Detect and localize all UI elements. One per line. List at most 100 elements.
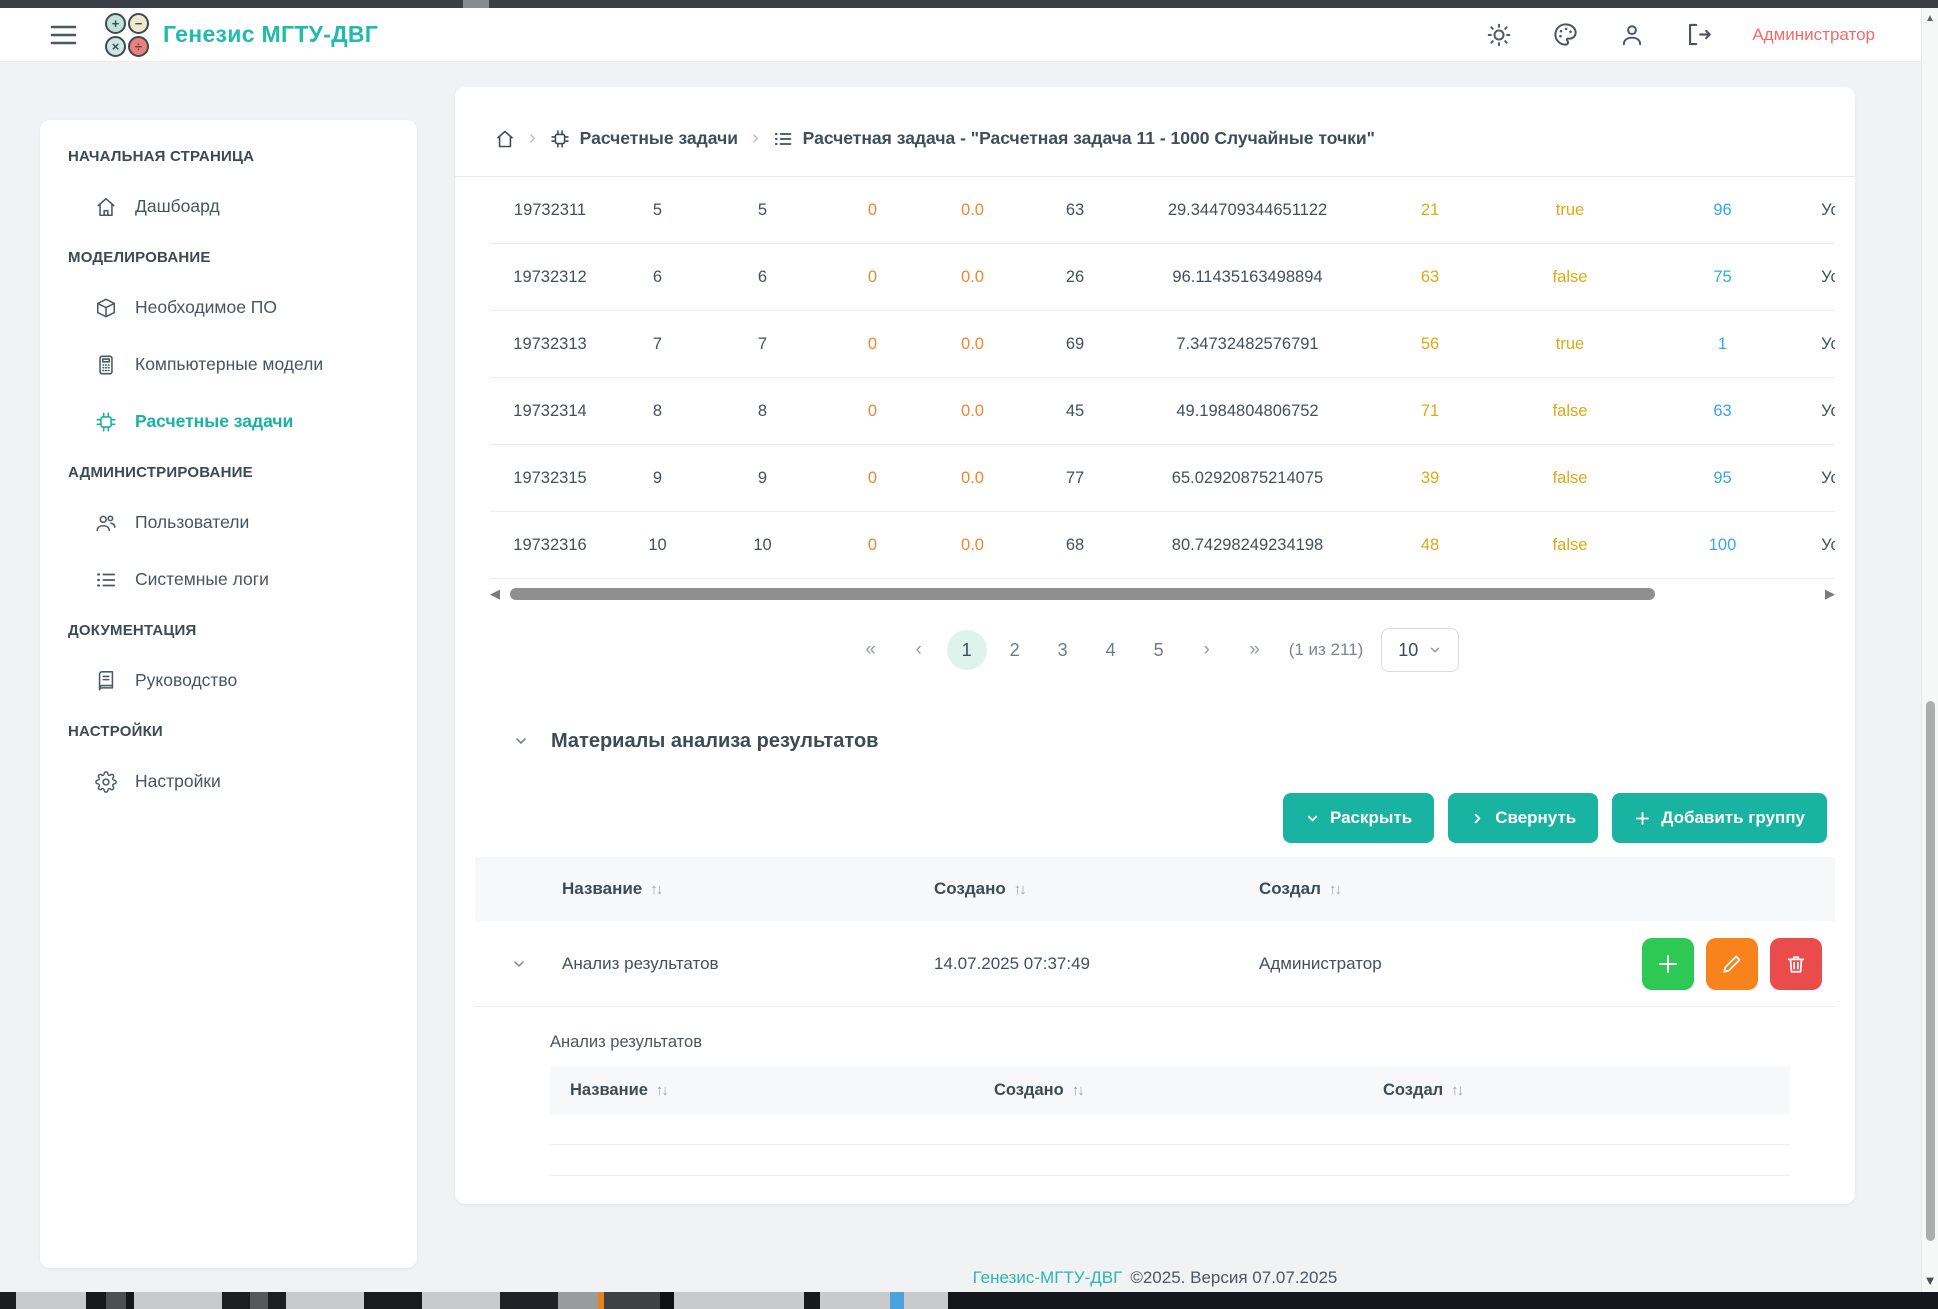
column-header-name[interactable]: Название — [570, 1081, 994, 1100]
sort-icon[interactable] — [656, 1082, 667, 1099]
sidebar-item-label: Необходимое ПО — [135, 297, 277, 317]
vertical-scrollbar: ▲ ▼ — [1921, 8, 1938, 1292]
pagination-next-button[interactable]: › — [1187, 630, 1227, 670]
add-group-button[interactable]: Добавить группу — [1612, 793, 1827, 843]
table-cell: false — [1552, 267, 1588, 286]
user-icon[interactable] — [1619, 22, 1645, 48]
pagination-first-button[interactable]: « — [851, 630, 891, 670]
breadcrumb: › Расчетные задачи › Расчетная задача - … — [455, 87, 1855, 177]
table-cell[interactable]: 96 — [1645, 201, 1800, 220]
theme-sun-icon[interactable] — [1486, 22, 1512, 48]
sidebar-section-modeling: МОДЕЛИРОВАНИЕ — [68, 248, 211, 266]
breadcrumb-home[interactable] — [495, 129, 515, 149]
palette-icon[interactable] — [1552, 21, 1579, 48]
sort-icon[interactable] — [1072, 1082, 1083, 1099]
home-icon — [495, 129, 515, 149]
sidebar-item-computer-models[interactable]: Компьютерные модели — [40, 336, 417, 393]
sidebar-section-home: НАЧАЛЬНАЯ СТРАНИЦА — [68, 147, 255, 165]
table-cell: 7 — [652, 334, 663, 353]
pagination-page[interactable]: 2 — [995, 630, 1035, 670]
table-cell[interactable]: 100 — [1645, 536, 1800, 555]
column-header-creator[interactable]: Создал — [1259, 879, 1835, 899]
delete-button[interactable] — [1770, 937, 1822, 990]
table-cell: true — [1555, 200, 1585, 219]
table-cell: Ус — [1821, 200, 1835, 219]
materials-table-header: Название Создано Создал — [475, 857, 1835, 921]
table-row: 19732316 10 10 0 0.0 68 80.74298249234198 48 fal… — [490, 512, 1835, 579]
collapse-section-chevron-icon[interactable] — [513, 733, 529, 749]
expand-all-button[interactable]: Раскрыть — [1282, 793, 1435, 843]
table-cell: false — [1552, 401, 1588, 420]
column-header-name[interactable]: Название — [562, 879, 934, 899]
sidebar-item-calculation-tasks[interactable]: Расчетные задачи — [40, 393, 417, 450]
table-cell: 0 — [867, 267, 878, 286]
table-cell: 26 — [1065, 267, 1085, 286]
page-size-select[interactable]: 10 — [1381, 628, 1460, 672]
nested-group-label: Анализ результатов — [550, 1033, 702, 1051]
pagination-prev-button[interactable]: ‹ — [899, 630, 939, 670]
add-item-button[interactable] — [1642, 937, 1694, 990]
logout-icon[interactable] — [1685, 21, 1712, 48]
collapse-all-button[interactable]: Свернуть — [1448, 793, 1599, 843]
table-cell[interactable]: 75 — [1645, 268, 1800, 287]
table-cell: 45 — [1065, 401, 1085, 420]
row-expand-chevron-icon[interactable] — [475, 956, 562, 972]
table-cell: 8 — [652, 401, 663, 420]
app-header: Генезис МГТУ-ДВГ Администратор — [0, 8, 1921, 62]
table-cell: 19732315 — [513, 468, 587, 487]
pagination-page[interactable]: 1 — [946, 630, 987, 670]
sidebar-item-dashboard[interactable]: Дашбоард — [40, 178, 417, 235]
table-cell: false — [1552, 535, 1588, 554]
scroll-left-arrow-icon[interactable]: ◀ — [490, 586, 500, 602]
column-header-creator[interactable]: Создал — [1383, 1081, 1790, 1100]
sort-icon[interactable] — [650, 881, 661, 898]
pagination-page[interactable]: 3 — [1043, 630, 1083, 670]
pagination-pages: 12345 — [946, 630, 1179, 670]
sidebar-item-settings[interactable]: Настройки — [40, 753, 417, 810]
table-cell[interactable]: 1 — [1645, 335, 1800, 354]
menu-icon[interactable] — [50, 24, 77, 46]
sort-icon[interactable] — [1329, 881, 1340, 898]
table-cell: 10 — [753, 535, 772, 554]
table-cell: 0 — [867, 334, 878, 353]
table-cell: 29.344709344651122 — [1167, 200, 1328, 219]
table-cell: false — [1552, 468, 1588, 487]
vertical-scrollbar-thumb[interactable] — [1926, 701, 1935, 1241]
sidebar-item-users[interactable]: Пользователи — [40, 494, 417, 551]
list-icon — [773, 129, 793, 149]
scroll-up-arrow-icon[interactable]: ▲ — [1922, 13, 1938, 24]
sidebar-item-system-logs[interactable]: Системные логи — [40, 551, 417, 608]
logo-minus-icon — [128, 12, 149, 34]
pagination-last-button[interactable]: » — [1235, 630, 1275, 670]
book-icon — [95, 670, 117, 692]
horizontal-scrollbar-thumb[interactable] — [510, 588, 1655, 600]
table-cell: 0.0 — [961, 401, 984, 420]
sort-icon[interactable] — [1014, 881, 1025, 898]
scroll-down-arrow-icon[interactable]: ▼ — [1922, 1273, 1938, 1288]
table-cell[interactable]: 95 — [1645, 469, 1800, 488]
breadcrumb-calc-tasks[interactable]: Расчетные задачи — [550, 128, 738, 149]
pagination-page[interactable]: 5 — [1139, 630, 1179, 670]
sidebar-item-manual[interactable]: Руководство — [40, 652, 417, 709]
sidebar-item-label: Компьютерные модели — [135, 354, 324, 374]
table-cell: 10 — [648, 535, 667, 554]
table-cell: 0 — [867, 401, 878, 420]
admin-role-label[interactable]: Администратор — [1752, 25, 1875, 45]
table-cell: 63 — [1420, 267, 1440, 286]
scroll-right-arrow-icon[interactable]: ▶ — [1825, 586, 1835, 602]
collapse-all-label: Свернуть — [1495, 808, 1577, 827]
table-cell: 49.1984804806752 — [1176, 401, 1319, 420]
sort-icon[interactable] — [1451, 1082, 1462, 1099]
browser-chrome-strip — [0, 0, 1938, 8]
footer-brand-link[interactable]: Генезис-МГТУ-ДВГ — [973, 1268, 1123, 1288]
column-header-created[interactable]: Создано — [994, 1081, 1383, 1100]
table-cell[interactable]: 63 — [1645, 402, 1800, 421]
table-cell: 56 — [1420, 334, 1440, 353]
column-header-created[interactable]: Создано — [934, 879, 1259, 899]
logo-divide-icon — [128, 35, 149, 57]
chevron-right-icon: › — [752, 127, 759, 149]
edit-button[interactable] — [1706, 937, 1758, 990]
table-cell: 68 — [1065, 535, 1085, 554]
pagination-page[interactable]: 4 — [1091, 630, 1131, 670]
sidebar-item-software[interactable]: Необходимое ПО — [40, 279, 417, 336]
